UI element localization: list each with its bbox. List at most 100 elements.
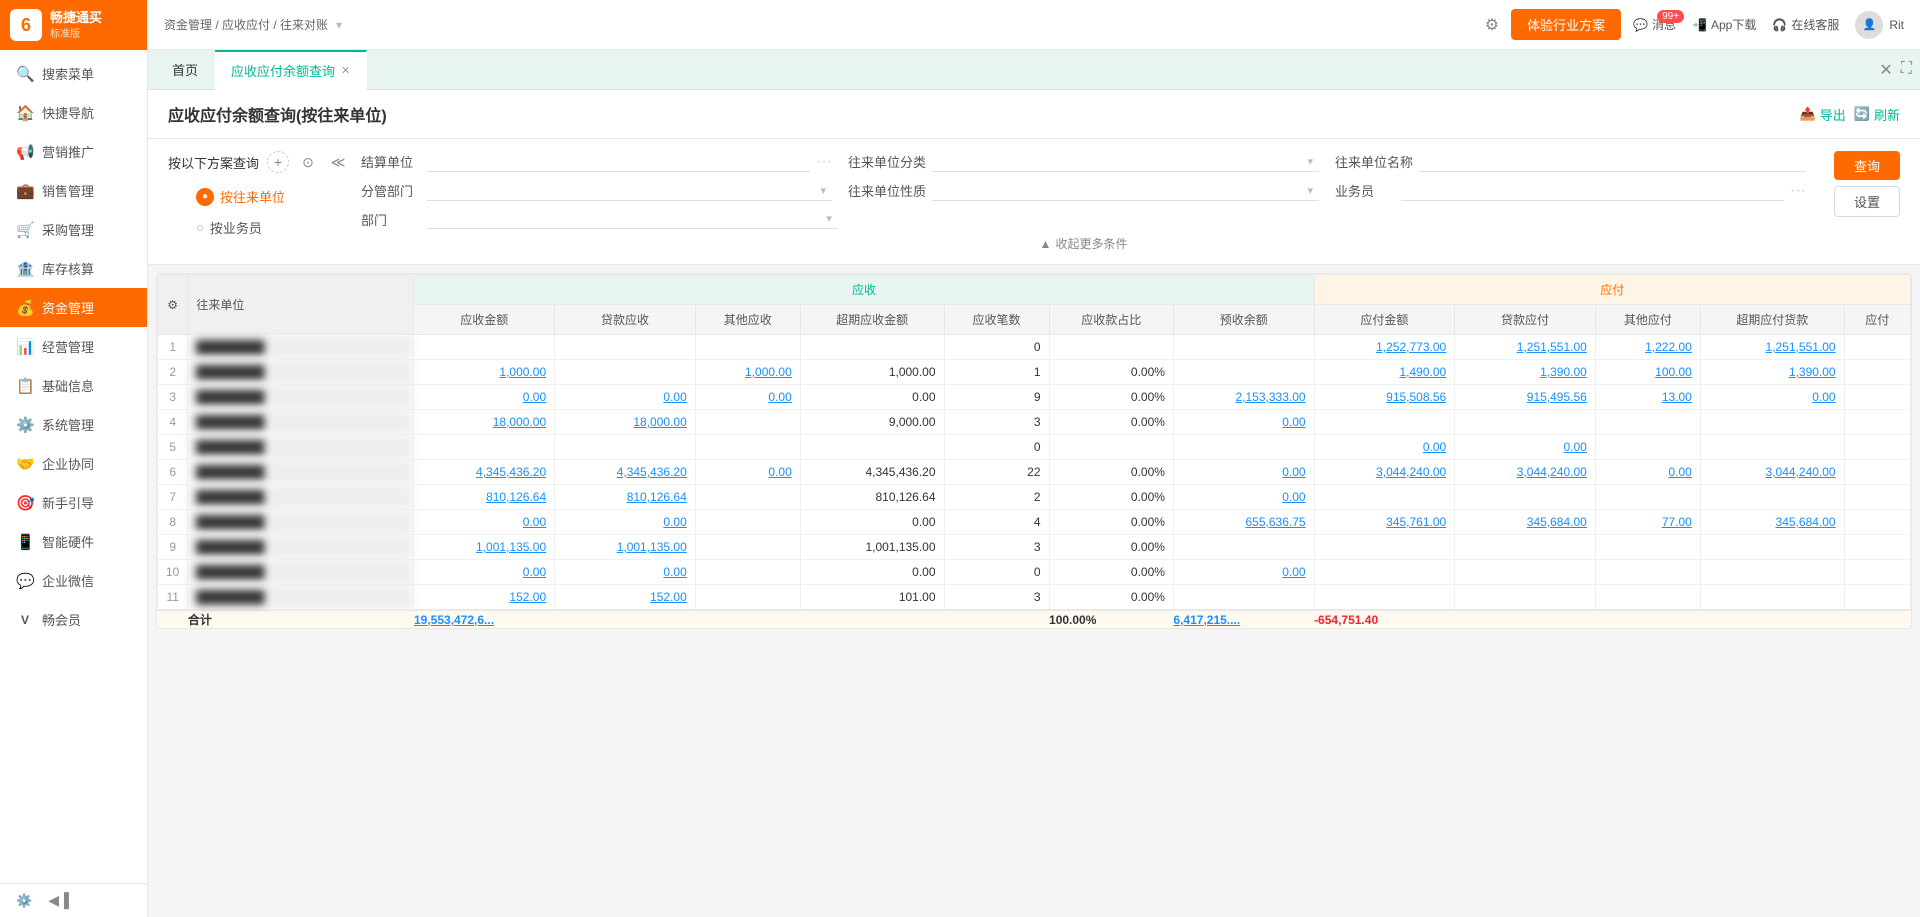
th-payable-group: 应付 bbox=[1314, 275, 1910, 305]
footer-r-ratio: 100.00% bbox=[1049, 610, 1173, 628]
collab-icon: 🤝 bbox=[16, 455, 34, 473]
partner-category-select[interactable]: ▾ bbox=[932, 152, 1319, 172]
partner-name-cell: ████████ bbox=[188, 360, 414, 385]
finance-icon: 💰 bbox=[16, 299, 34, 317]
sidebar-item-collab[interactable]: 🤝 企业协同 bbox=[0, 444, 147, 483]
sidebar-item-finance[interactable]: 💰 资金管理 bbox=[0, 288, 147, 327]
app-icon: 📲 bbox=[1692, 18, 1707, 32]
preset-inactive-icon: ○ bbox=[196, 220, 204, 235]
table-row: 10████████0.000.000.0000.00%0.00 bbox=[158, 560, 1911, 585]
footer-label: 合计 bbox=[188, 610, 414, 628]
operation-icon: 📊 bbox=[16, 338, 34, 356]
sales-icon: 💼 bbox=[16, 182, 34, 200]
message-badge: 99+ bbox=[1657, 10, 1684, 23]
sidebar-item-search[interactable]: 🔍 搜索菜单 bbox=[0, 54, 147, 93]
export-button[interactable]: 📤 导出 bbox=[1800, 105, 1846, 124]
breadcrumb-dropdown[interactable]: ▾ bbox=[336, 18, 342, 32]
system-icon: ⚙️ bbox=[16, 416, 34, 434]
sidebar-item-inventory[interactable]: 🏦 库存核算 bbox=[0, 249, 147, 288]
app-download-btn[interactable]: 📲 App下载 bbox=[1692, 16, 1756, 33]
tab-receivable-query[interactable]: 应收应付余额查询 ✕ bbox=[215, 50, 367, 90]
sidebar-settings-btn[interactable]: ⚙️ bbox=[16, 893, 32, 909]
sidebar-item-basic[interactable]: 📋 基础信息 bbox=[0, 366, 147, 405]
customer-service-btn[interactable]: 🎧 在线客服 bbox=[1772, 16, 1839, 33]
query-button[interactable]: 查询 bbox=[1834, 151, 1900, 180]
logo-icon: 6 bbox=[10, 9, 42, 41]
filter-preset-list: ● 按往来单位 ○ 按业务员 bbox=[168, 183, 349, 241]
sidebar-navigation: 🔍 搜索菜单 🏠 快捷导航 📢 营销推广 💼 销售管理 🛒 采购管理 🏦 库存核… bbox=[0, 50, 147, 883]
sidebar-item-nav[interactable]: 🏠 快捷导航 bbox=[0, 93, 147, 132]
sidebar-item-purchase[interactable]: 🛒 采购管理 bbox=[0, 210, 147, 249]
tab-close-icon[interactable]: ✕ bbox=[341, 64, 350, 77]
settlement-dots[interactable]: ··· bbox=[816, 153, 832, 171]
th-p-extra: 应付 bbox=[1844, 305, 1910, 335]
preset-by-partner[interactable]: ● 按往来单位 bbox=[188, 183, 349, 210]
partner-name-cell: ████████ bbox=[188, 560, 414, 585]
partner-name-cell: ████████ bbox=[188, 335, 414, 360]
sidebar-logo: 6 畅捷通买 标准版 bbox=[0, 0, 147, 50]
tab-expand-btn[interactable]: ⛶ bbox=[1901, 60, 1912, 80]
cta-button[interactable]: 体验行业方案 bbox=[1511, 9, 1621, 40]
filter-collapse-icon[interactable]: ≪ bbox=[327, 151, 349, 173]
sidebar-item-guide[interactable]: 🎯 新手引导 bbox=[0, 483, 147, 522]
service-icon: 🎧 bbox=[1772, 18, 1787, 32]
filter-field-dept: 分管部门 ▾ bbox=[361, 181, 832, 201]
table-row: 4████████18,000.0018,000.009,000.0030.00… bbox=[158, 410, 1911, 435]
avatar: 👤 bbox=[1855, 11, 1883, 39]
sidebar-collapse-btn[interactable]: ◀▐ bbox=[48, 892, 69, 909]
table-wrapper[interactable]: ⚙ 往来单位 应收 应付 应收金额 贷款应收 其他应收 超期应收金额 应收笔数 bbox=[157, 274, 1911, 628]
topbar-right: 💬 消息 99+ 📲 App下载 🎧 在线客服 👤 Rit bbox=[1633, 11, 1904, 39]
topbar: 资金管理 / 应收应付 / 往来对账 ▾ ⚙ 体验行业方案 💬 消息 99+ 📲… bbox=[148, 0, 1920, 50]
sidebar-item-member[interactable]: V 畅会员 bbox=[0, 600, 147, 639]
footer-r-loan bbox=[555, 610, 696, 628]
footer-r-other bbox=[695, 610, 800, 628]
th-r-other: 其他应收 bbox=[695, 305, 800, 335]
footer-r-prepay[interactable]: 6,417,215.... bbox=[1173, 610, 1314, 628]
th-p-overdue: 超期应付货款 bbox=[1700, 305, 1844, 335]
filter-settings-icon[interactable]: ⊙ bbox=[297, 151, 319, 173]
sidebar-item-marketing[interactable]: 📢 营销推广 bbox=[0, 132, 147, 171]
sidebar-item-hardware[interactable]: 📱 智能硬件 bbox=[0, 522, 147, 561]
settings-icon[interactable]: ⚙ bbox=[1485, 15, 1499, 35]
filter-fields-panel: 结算单位 ··· 往来单位分类 ▾ 往来单位名称 bbox=[361, 151, 1806, 252]
table-row: 11████████152.00152.00101.0030.00% bbox=[158, 585, 1911, 611]
tab-home[interactable]: 首页 bbox=[156, 50, 215, 90]
th-r-amount: 应收金额 bbox=[414, 305, 555, 335]
th-r-count: 应收笔数 bbox=[944, 305, 1049, 335]
filter-preset-panel: 按以下方案查询 + ⊙ ≪ ● 按往来单位 ○ 按业务员 bbox=[168, 151, 349, 252]
sidebar-item-system[interactable]: ⚙️ 系统管理 bbox=[0, 405, 147, 444]
footer-p-overdue bbox=[1700, 610, 1844, 628]
table-row: 6████████4,345,436.204,345,436.200.004,3… bbox=[158, 460, 1911, 485]
settlement-input[interactable] bbox=[427, 151, 810, 172]
partner-name-input[interactable] bbox=[1419, 151, 1806, 172]
inventory-icon: 🏦 bbox=[16, 260, 34, 278]
footer-r-total[interactable]: 19,553,472,6... bbox=[414, 610, 555, 628]
logo-text: 畅捷通买 标准版 bbox=[50, 10, 102, 41]
settings-button[interactable]: 设置 bbox=[1834, 186, 1900, 217]
dept-select[interactable]: ▾ bbox=[427, 181, 832, 201]
user-area[interactable]: 👤 Rit bbox=[1855, 11, 1904, 39]
partner-name-cell: ████████ bbox=[188, 435, 414, 460]
preset-by-salesman[interactable]: ○ 按业务员 bbox=[188, 214, 349, 241]
preset-active-icon: ● bbox=[196, 188, 214, 206]
filter-add-btn[interactable]: + bbox=[267, 151, 289, 173]
business-dept-select[interactable]: ▾ bbox=[427, 209, 838, 229]
sidebar-item-operation[interactable]: 📊 经营管理 bbox=[0, 327, 147, 366]
tab-close-btn[interactable]: ✕ bbox=[1879, 60, 1892, 80]
partner-name-cell: ████████ bbox=[188, 410, 414, 435]
sidebar-item-wechat[interactable]: 💬 企业微信 bbox=[0, 561, 147, 600]
collapse-icon: ▲ bbox=[1040, 237, 1052, 251]
message-btn[interactable]: 💬 消息 99+ bbox=[1633, 16, 1676, 33]
salesman-input[interactable] bbox=[1401, 180, 1784, 201]
table-row: 5████████00.000.00 bbox=[158, 435, 1911, 460]
th-settings[interactable]: ⚙ bbox=[158, 275, 188, 335]
partner-nature-select[interactable]: ▾ bbox=[932, 181, 1319, 201]
refresh-button[interactable]: 🔄 刷新 bbox=[1854, 105, 1900, 124]
collapse-filter-btn[interactable]: ▲ 收起更多条件 bbox=[361, 235, 1806, 252]
th-p-loan: 贷款应付 bbox=[1455, 305, 1596, 335]
sidebar-item-sales[interactable]: 💼 销售管理 bbox=[0, 171, 147, 210]
marketing-icon: 📢 bbox=[16, 143, 34, 161]
salesman-dots[interactable]: ··· bbox=[1790, 182, 1806, 200]
basic-icon: 📋 bbox=[16, 377, 34, 395]
table-row: 9████████1,001,135.001,001,135.001,001,1… bbox=[158, 535, 1911, 560]
